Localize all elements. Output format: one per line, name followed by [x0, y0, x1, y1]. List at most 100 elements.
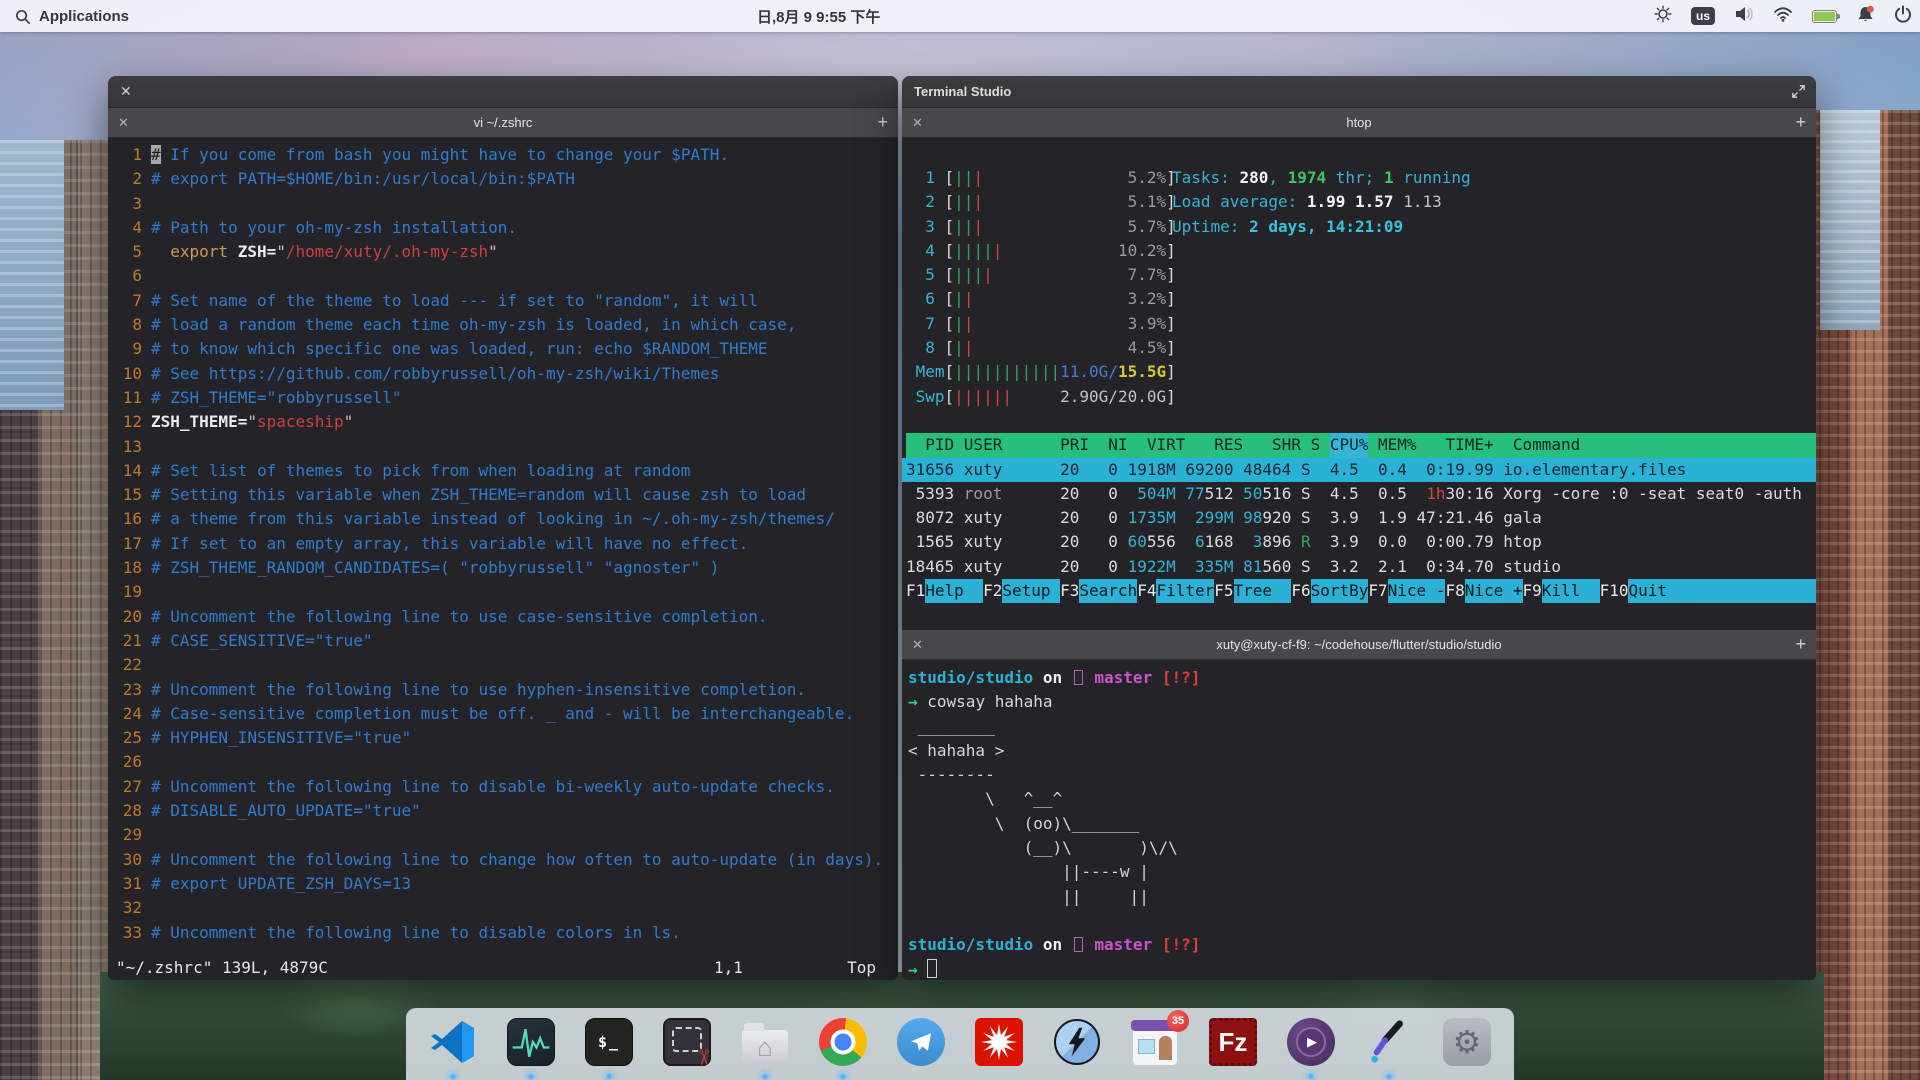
telegram-icon — [897, 1018, 945, 1066]
dock-item-flutter-app[interactable] — [1050, 1015, 1104, 1069]
htop-tab-close-icon[interactable]: ✕ — [912, 115, 923, 131]
shell-tab-close-icon[interactable]: ✕ — [912, 637, 923, 653]
shell-line — [902, 909, 1816, 933]
dock-item-files[interactable]: ⌂ — [738, 1015, 792, 1069]
line-number: 6 — [112, 264, 142, 288]
dock-item-screenshot-tool[interactable]: ✂ — [660, 1015, 714, 1069]
htop-line: PID USER PRI NI VIRT RES SHR S CPU% MEM%… — [902, 433, 1816, 457]
vi-window-titlebar[interactable]: ✕ — [108, 76, 898, 108]
screenshot-tool-icon: ✂ — [663, 1018, 711, 1066]
wifi-icon[interactable] — [1773, 6, 1793, 26]
notifications-icon[interactable] — [1856, 5, 1875, 27]
shell-line: → — [902, 958, 1816, 980]
line-number: 14 — [112, 459, 142, 483]
vi-cursor-position: 1,1 — [714, 958, 743, 977]
line-number: 17 — [112, 532, 142, 556]
line-number: 28 — [112, 799, 142, 823]
desktop: Applications 日,8月 9 9:55 下午 us — [0, 0, 1920, 1080]
shell-line: studio/studio on master [!?] — [902, 933, 1816, 957]
dock-item-mathematica[interactable] — [972, 1015, 1026, 1069]
vi-editor-line: 2# export PATH=$HOME/bin:/usr/local/bin:… — [108, 167, 898, 191]
dock-item-chrome[interactable] — [816, 1015, 870, 1069]
htop-tab-title: htop — [902, 115, 1816, 130]
dock: $_ ✂ ⌂ 35 Fz ▶ ⚙ — [406, 1008, 1514, 1080]
vi-editor-line: 20# Uncomment the following line to use … — [108, 605, 898, 629]
vi-editor-line: 18# ZSH_THEME_RANDOM_CANDIDATES=( "robby… — [108, 556, 898, 580]
dock-item-telegram[interactable] — [894, 1015, 948, 1069]
vi-editor-line: 1# If you come from bash you might have … — [108, 143, 898, 167]
keyboard-layout-indicator[interactable]: us — [1691, 7, 1715, 25]
line-number: 23 — [112, 678, 142, 702]
applications-menu[interactable]: Applications — [14, 8, 129, 25]
dock-item-settings[interactable]: ⚙ — [1440, 1015, 1494, 1069]
volume-icon[interactable] — [1734, 5, 1754, 27]
line-number: 16 — [112, 507, 142, 531]
line-number: 27 — [112, 775, 142, 799]
dock-item-mpv[interactable]: ▶ — [1284, 1015, 1338, 1069]
vi-editor-line: 22 — [108, 653, 898, 677]
line-number: 22 — [112, 653, 142, 677]
battery-icon[interactable] — [1812, 10, 1837, 23]
wallpaper-tower-right — [1820, 110, 1880, 330]
htop-content[interactable]: 1 [||| 5.2%] 2 [||| 5.1%] 3 [||| 5.7%] 4… — [902, 138, 1816, 630]
shell-content[interactable]: studio/studio on master [!?]→ cowsay hah… — [902, 660, 1816, 980]
shell-new-tab-button[interactable]: + — [1795, 634, 1806, 655]
vi-editor-line: 10# See https://github.com/robbyrussell/… — [108, 362, 898, 386]
vi-editor-line: 11# ZSH_THEME="robbyrussell" — [108, 386, 898, 410]
line-number: 10 — [112, 362, 142, 386]
vi-terminal-window: ✕ ✕ vi ~/.zshrc + 1# If you come from ba… — [108, 76, 898, 980]
studio-window-title: Terminal Studio — [914, 84, 1011, 99]
line-number: 12 — [112, 410, 142, 434]
vi-editor-line: 24# Case-sensitive completion must be of… — [108, 702, 898, 726]
dock-item-filezilla[interactable]: Fz — [1206, 1015, 1260, 1069]
vi-tab-close-icon[interactable]: ✕ — [118, 115, 129, 131]
shell-line: \ (oo)\_______ — [902, 812, 1816, 836]
vi-editor-line: 28# DISABLE_AUTO_UPDATE="true" — [108, 799, 898, 823]
vi-editor-line: 25# HYPHEN_INSENSITIVE="true" — [108, 726, 898, 750]
dock-item-terminal[interactable]: $_ — [582, 1015, 636, 1069]
vi-editor-line: 30# Uncomment the following line to chan… — [108, 848, 898, 872]
htop-summary-line: Uptime: 2 days, 14:21:09 — [1168, 215, 1471, 239]
search-icon — [14, 8, 31, 25]
dock-item-vscode[interactable] — [426, 1015, 480, 1069]
power-icon[interactable] — [1894, 5, 1912, 27]
datetime-indicator[interactable]: 日,8月 9 9:55 下午 — [757, 0, 880, 32]
color-picker-icon — [1366, 1019, 1412, 1065]
mpv-icon: ▶ — [1287, 1018, 1335, 1066]
applications-label: Applications — [39, 8, 129, 25]
line-number: 33 — [112, 921, 142, 945]
htop-line: 31656 xuty 20 0 1918M 69200 48464 S 4.5 … — [902, 458, 1816, 482]
dock-item-system-monitor[interactable] — [504, 1015, 558, 1069]
running-indicator — [529, 1074, 534, 1079]
htop-line — [902, 409, 1816, 433]
htop-line: 4 [||||| 10.2%] — [902, 239, 1816, 263]
vi-editor-line: 15# Setting this variable when ZSH_THEME… — [108, 483, 898, 507]
line-number: 20 — [112, 605, 142, 629]
battery-level — [1814, 12, 1835, 21]
line-number: 30 — [112, 848, 142, 872]
vi-editor-line: 17# If set to an empty array, this varia… — [108, 532, 898, 556]
night-light-icon[interactable] — [1654, 5, 1672, 27]
htop-line: 5 [|||| 7.7%] — [902, 263, 1816, 287]
shell-line: -------- — [902, 763, 1816, 787]
vi-editor-line: 13 — [108, 435, 898, 459]
dock-item-appcenter[interactable]: 35 — [1128, 1015, 1182, 1069]
shell-line: ________ — [902, 715, 1816, 739]
vi-editor-line: 29 — [108, 823, 898, 847]
htop-new-tab-button[interactable]: + — [1795, 112, 1806, 133]
line-number: 25 — [112, 726, 142, 750]
appcenter-badge: 35 — [1167, 1010, 1189, 1032]
vi-editor-line: 32 — [108, 896, 898, 920]
vi-editor-line: 14# Set list of themes to pick from when… — [108, 459, 898, 483]
htop-line: 1565 xuty 20 0 60556 6168 3896 R 3.9 0.0… — [902, 530, 1816, 554]
line-number: 1 — [112, 143, 142, 167]
vi-new-tab-button[interactable]: + — [877, 112, 888, 133]
vi-window-close-button[interactable]: ✕ — [120, 83, 132, 100]
studio-window-titlebar[interactable]: Terminal Studio — [902, 76, 1816, 108]
running-indicator — [1309, 1074, 1314, 1079]
expand-icon[interactable] — [1791, 84, 1806, 104]
chrome-icon — [819, 1018, 867, 1066]
dock-item-color-picker[interactable] — [1362, 1015, 1416, 1069]
vi-editor-content[interactable]: 1# If you come from bash you might have … — [108, 138, 898, 954]
htop-line: Mem[|||||||||||11.0G/15.5G] — [902, 360, 1816, 384]
